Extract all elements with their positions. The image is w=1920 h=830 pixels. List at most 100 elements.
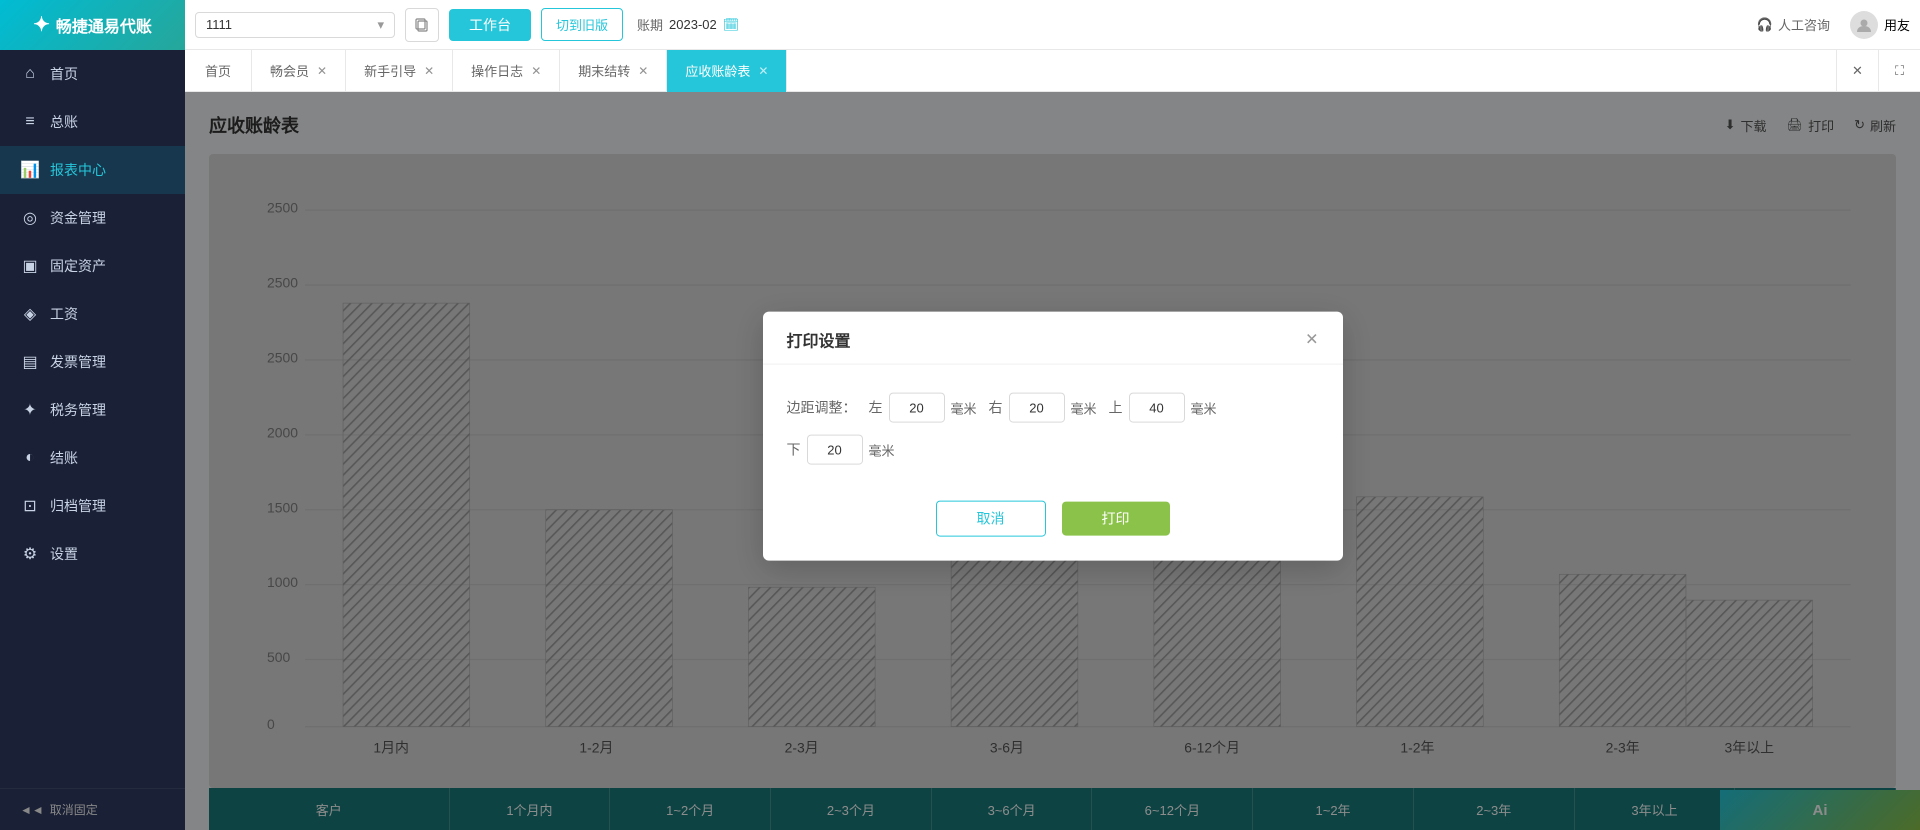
sidebar-item-label: 税务管理 xyxy=(50,400,106,420)
sidebar: ⌂ 首页 ≡ 总账 📊 报表中心 ◎ 资金管理 ▣ 固定资产 ◈ 工资 ▤ 发票… xyxy=(0,50,185,830)
tab-period-end[interactable]: 期末结转 ✕ xyxy=(560,50,667,92)
top-bar: ✦ 畅捷通易代账 1111 ▾ 工作台 切到旧版 账期 2023-02 🗓 🎧 … xyxy=(0,0,1920,50)
sidebar-item-home[interactable]: ⌂ 首页 xyxy=(0,50,185,98)
left-margin-group: 左 毫米 xyxy=(869,393,977,423)
logo-icon: ✦ xyxy=(33,12,50,37)
checkout-icon: ◐ xyxy=(20,449,40,467)
salary-icon: ◈ xyxy=(20,304,40,324)
modal-close-button[interactable]: ✕ xyxy=(1305,330,1318,350)
modal-title: 打印设置 xyxy=(787,328,851,352)
sidebar-item-reports[interactable]: 📊 报表中心 xyxy=(0,146,185,194)
reports-icon: 📊 xyxy=(20,160,40,180)
user-area[interactable]: 用友 xyxy=(1850,11,1910,39)
archive-icon: ⊡ xyxy=(20,496,40,516)
company-name: 1111 xyxy=(206,17,369,32)
tax-icon: ✦ xyxy=(20,400,40,420)
tab-label: 新手引导 xyxy=(364,61,416,80)
pin-icon: ◄◄ xyxy=(20,803,44,817)
calendar-icon[interactable]: 🗓 xyxy=(723,17,740,33)
bottom-margin-group: 下 毫米 xyxy=(787,435,895,465)
tab-close-icon[interactable]: ✕ xyxy=(317,64,327,78)
left-unit: 毫米 xyxy=(951,398,977,417)
modal-body: 边距调整： 左 毫米 右 毫米 上 xyxy=(763,365,1343,489)
sidebar-item-label: 总账 xyxy=(50,112,78,132)
sidebar-item-label: 工资 xyxy=(50,304,78,324)
sidebar-collapse-button[interactable]: ◄◄ 取消固定 xyxy=(0,788,185,830)
right-margin-group: 右 毫米 xyxy=(989,393,1097,423)
sidebar-item-label: 报表中心 xyxy=(50,160,106,180)
period-value: 2023-02 xyxy=(669,17,717,32)
sidebar-item-salary[interactable]: ◈ 工资 xyxy=(0,290,185,338)
maximize-tab-button[interactable]: ⛶ xyxy=(1878,50,1920,92)
user-icon xyxy=(1856,17,1872,33)
modal-header: 打印设置 ✕ xyxy=(763,312,1343,365)
copy-icon xyxy=(414,17,430,33)
sidebar-item-ledger[interactable]: ≡ 总账 xyxy=(0,98,185,146)
sidebar-item-label: 发票管理 xyxy=(50,352,106,372)
switch-old-button[interactable]: 切到旧版 xyxy=(541,8,623,41)
margin-row: 边距调整： 左 毫米 右 毫米 上 xyxy=(787,393,1319,465)
confirm-print-button[interactable]: 打印 xyxy=(1062,502,1170,536)
sidebar-item-label: 固定资产 xyxy=(50,256,106,276)
top-right-area: 🎧 人工咨询 用友 xyxy=(1757,11,1910,39)
close-tab-button[interactable]: ✕ xyxy=(1836,50,1878,92)
invoice-icon: ▤ xyxy=(20,352,40,372)
print-settings-modal: 打印设置 ✕ 边距调整： 左 毫米 右 毫米 xyxy=(763,312,1343,561)
bottom-label: 下 xyxy=(787,440,801,460)
user-label: 用友 xyxy=(1884,15,1910,34)
tabs-bar: 首页畅会员✕新手引导✕操作日志✕期末结转✕应收账龄表✕ ✕ ⛶ xyxy=(185,50,1920,92)
sidebar-item-label: 首页 xyxy=(50,64,78,84)
bottom-margin-input[interactable] xyxy=(807,435,863,465)
assets-icon: ▣ xyxy=(20,256,40,276)
copy-icon-button[interactable] xyxy=(405,8,439,42)
collapse-label: 取消固定 xyxy=(50,801,98,818)
left-label: 左 xyxy=(869,398,883,418)
sidebar-item-funds[interactable]: ◎ 资金管理 xyxy=(0,194,185,242)
tab-oplog[interactable]: 操作日志✕ xyxy=(453,50,560,92)
sidebar-item-invoice[interactable]: ▤ 发票管理 xyxy=(0,338,185,386)
tab-label: 应收账龄表 xyxy=(685,61,750,80)
margin-adjust-label: 边距调整： xyxy=(787,398,857,418)
logo-text: 畅捷通易代账 xyxy=(56,13,152,37)
tab-guide[interactable]: 新手引导 ✕ xyxy=(346,50,453,92)
tab-member[interactable]: 畅会员✕ xyxy=(252,50,346,92)
sidebar-item-checkout[interactable]: ◐ 结账 xyxy=(0,434,185,482)
left-margin-input[interactable] xyxy=(889,393,945,423)
avatar xyxy=(1850,11,1878,39)
tab-close-icon[interactable]: ✕ xyxy=(531,64,541,78)
logo: ✦ 畅捷通易代账 xyxy=(0,0,185,50)
tab-label: 期末结转 xyxy=(578,61,630,80)
tab-close-icon[interactable]: ✕ xyxy=(424,64,434,78)
headset-icon: 🎧 xyxy=(1757,17,1773,33)
tab-ar-aging[interactable]: 应收账龄表 ✕ xyxy=(667,50,787,92)
support-label: 人工咨询 xyxy=(1778,15,1830,34)
sidebar-item-archive[interactable]: ⊡ 归档管理 xyxy=(0,482,185,530)
right-unit: 毫米 xyxy=(1071,398,1097,417)
modal-footer: 取消 打印 xyxy=(763,489,1343,561)
sidebar-item-label: 结账 xyxy=(50,448,78,468)
tab-close-icon[interactable]: ✕ xyxy=(638,64,648,78)
sidebar-scroll: ⌂ 首页 ≡ 总账 📊 报表中心 ◎ 资金管理 ▣ 固定资产 ◈ 工资 ▤ 发票… xyxy=(0,50,185,788)
period-label: 账期 xyxy=(637,15,663,34)
top-label: 上 xyxy=(1109,398,1123,418)
chevron-down-icon: ▾ xyxy=(377,17,384,33)
sidebar-item-label: 设置 xyxy=(50,544,78,564)
top-margin-group: 上 毫米 xyxy=(1109,393,1217,423)
workbench-button[interactable]: 工作台 xyxy=(449,9,531,41)
sidebar-item-assets[interactable]: ▣ 固定资产 xyxy=(0,242,185,290)
sidebar-item-label: 资金管理 xyxy=(50,208,106,228)
top-margin-input[interactable] xyxy=(1129,393,1185,423)
settings-icon: ⚙ xyxy=(20,544,40,564)
tab-home[interactable]: 首页 xyxy=(185,50,252,92)
support-button[interactable]: 🎧 人工咨询 xyxy=(1757,15,1830,34)
sidebar-item-settings[interactable]: ⚙ 设置 xyxy=(0,530,185,578)
tab-close-icon[interactable]: ✕ xyxy=(758,64,768,78)
sidebar-item-tax[interactable]: ✦ 税务管理 xyxy=(0,386,185,434)
right-label: 右 xyxy=(989,398,1003,418)
cancel-button[interactable]: 取消 xyxy=(936,501,1046,537)
right-margin-input[interactable] xyxy=(1009,393,1065,423)
company-selector[interactable]: 1111 ▾ xyxy=(195,12,395,38)
tab-label: 首页 xyxy=(205,61,231,80)
bottom-unit: 毫米 xyxy=(869,440,895,459)
funds-icon: ◎ xyxy=(20,208,40,228)
